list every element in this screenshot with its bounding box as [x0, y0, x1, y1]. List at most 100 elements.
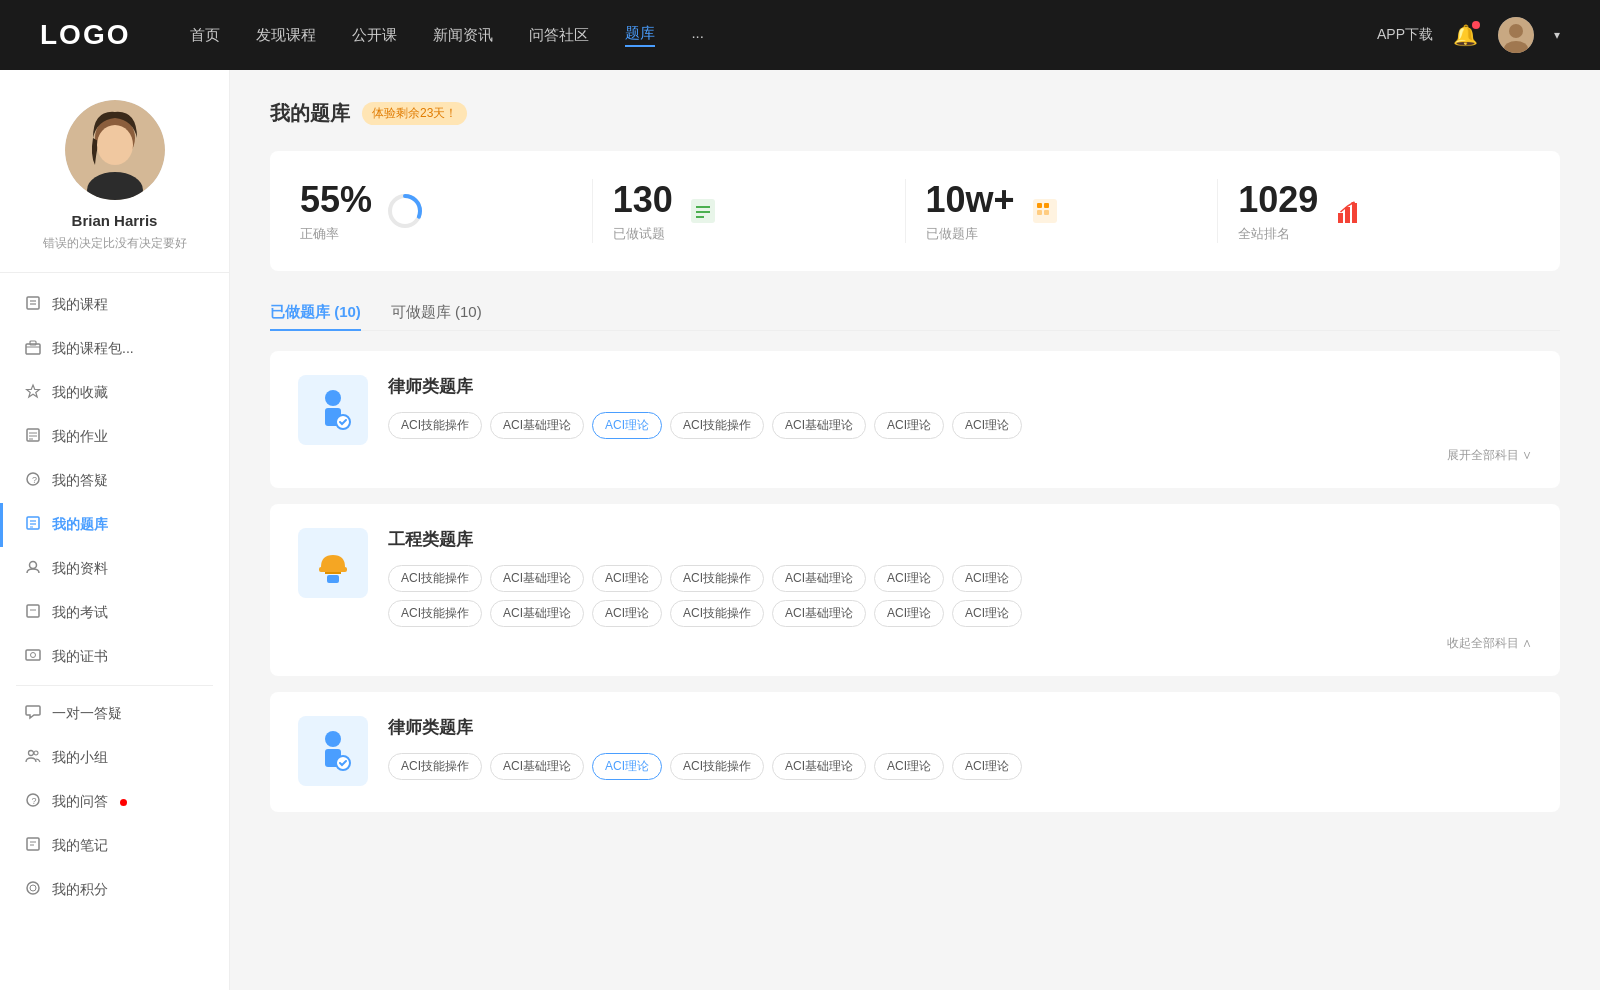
- tag-2b-6[interactable]: ACI理论: [952, 600, 1022, 627]
- user-avatar: [65, 100, 165, 200]
- user-dropdown-arrow[interactable]: ▾: [1554, 28, 1560, 42]
- qbank-card-lawyer-2: 律师类题库 ACI技能操作 ACI基础理论 ACI理论 ACI技能操作 ACI基…: [270, 692, 1560, 812]
- svg-point-36: [27, 882, 39, 894]
- sidebar-item-my-notes[interactable]: 我的笔记: [0, 824, 229, 868]
- user-avatar-nav[interactable]: [1498, 17, 1534, 53]
- tag-2-1[interactable]: ACI基础理论: [490, 565, 584, 592]
- tag-1-4[interactable]: ACI基础理论: [772, 412, 866, 439]
- accuracy-chart: [386, 192, 424, 230]
- tabs-container: 已做题库 (10) 可做题库 (10): [270, 295, 1560, 331]
- nav-discover[interactable]: 发现课程: [256, 26, 316, 45]
- sidebar-label-my-notes: 我的笔记: [52, 837, 108, 855]
- notification-bell[interactable]: 🔔: [1453, 23, 1478, 47]
- nav-more[interactable]: ···: [691, 27, 704, 44]
- svg-rect-49: [1338, 213, 1343, 223]
- tag-2b-3[interactable]: ACI技能操作: [670, 600, 764, 627]
- done-questions-label: 已做试题: [613, 225, 673, 243]
- expand-btn-1[interactable]: 展开全部科目 ∨: [388, 447, 1532, 464]
- tag-3-1[interactable]: ACI基础理论: [490, 753, 584, 780]
- tag-1-2[interactable]: ACI理论: [592, 412, 662, 439]
- tag-2-5[interactable]: ACI理论: [874, 565, 944, 592]
- done-questions-icon: [687, 195, 719, 227]
- sidebar-item-my-qa[interactable]: ? 我的答疑: [0, 459, 229, 503]
- tag-2-6[interactable]: ACI理论: [952, 565, 1022, 592]
- homework-icon: [24, 427, 42, 447]
- rank-label: 全站排名: [1238, 225, 1318, 243]
- qbank-icon-lawyer-2: [298, 716, 368, 786]
- sidebar-menu: 我的课程 我的课程包... 我的收藏 我的作业: [0, 283, 229, 912]
- svg-rect-48: [1044, 210, 1049, 215]
- svg-point-24: [30, 562, 37, 569]
- sidebar-item-my-group[interactable]: 我的小组: [0, 736, 229, 780]
- tag-2b-5[interactable]: ACI理论: [874, 600, 944, 627]
- tag-1-5[interactable]: ACI理论: [874, 412, 944, 439]
- svg-rect-46: [1044, 203, 1049, 208]
- page-header: 我的题库 体验剩余23天！: [270, 100, 1560, 127]
- collapse-btn-2[interactable]: 收起全部科目 ∧: [388, 635, 1532, 652]
- tab-available-banks[interactable]: 可做题库 (10): [391, 295, 482, 330]
- tag-1-0[interactable]: ACI技能操作: [388, 412, 482, 439]
- sidebar-item-my-homework[interactable]: 我的作业: [0, 415, 229, 459]
- qbank-icon: [24, 515, 42, 535]
- qbank-card-lawyer-1: 律师类题库 ACI技能操作 ACI基础理论 ACI理论 ACI技能操作 ACI基…: [270, 351, 1560, 488]
- group-icon: [24, 748, 42, 768]
- tag-1-1[interactable]: ACI基础理论: [490, 412, 584, 439]
- done-banks-value: 10w+: [926, 179, 1015, 221]
- sidebar-item-my-package[interactable]: 我的课程包...: [0, 327, 229, 371]
- sidebar-item-my-questions[interactable]: ? 我的问答: [0, 780, 229, 824]
- tag-2b-4[interactable]: ACI基础理论: [772, 600, 866, 627]
- tag-1-6[interactable]: ACI理论: [952, 412, 1022, 439]
- rank-icon: [1332, 195, 1364, 227]
- nav-open-course[interactable]: 公开课: [352, 26, 397, 45]
- tag-3-0[interactable]: ACI技能操作: [388, 753, 482, 780]
- tags-row-3: ACI技能操作 ACI基础理论 ACI理论 ACI技能操作 ACI基础理论 AC…: [388, 753, 1532, 780]
- qbank-header-2: 工程类题库 ACI技能操作 ACI基础理论 ACI理论 ACI技能操作 ACI基…: [298, 528, 1532, 652]
- sidebar-label-one-on-one: 一对一答疑: [52, 705, 122, 723]
- svg-point-37: [30, 885, 36, 891]
- sidebar-item-my-points[interactable]: 我的积分: [0, 868, 229, 912]
- tag-2-3[interactable]: ACI技能操作: [670, 565, 764, 592]
- sidebar-item-my-cert[interactable]: 我的证书: [0, 635, 229, 679]
- sidebar-item-my-collection[interactable]: 我的收藏: [0, 371, 229, 415]
- tag-2b-2[interactable]: ACI理论: [592, 600, 662, 627]
- tag-2-2[interactable]: ACI理论: [592, 565, 662, 592]
- svg-point-5: [97, 125, 133, 165]
- svg-rect-33: [27, 838, 39, 850]
- tags-row-1: ACI技能操作 ACI基础理论 ACI理论 ACI技能操作 ACI基础理论 AC…: [388, 412, 1532, 439]
- stat-done-banks: 10w+ 已做题库: [906, 179, 1219, 243]
- tag-2b-1[interactable]: ACI基础理论: [490, 600, 584, 627]
- tab-done-banks[interactable]: 已做题库 (10): [270, 295, 361, 330]
- sidebar-item-my-course[interactable]: 我的课程: [0, 283, 229, 327]
- questions-dot: [120, 799, 127, 806]
- cert-icon: [24, 647, 42, 667]
- tag-3-6[interactable]: ACI理论: [952, 753, 1022, 780]
- nav-qa[interactable]: 问答社区: [529, 26, 589, 45]
- stat-done-banks-text: 10w+ 已做题库: [926, 179, 1015, 243]
- sidebar-item-my-qbank[interactable]: 我的题库: [0, 503, 229, 547]
- nav-qbank[interactable]: 题库: [625, 24, 655, 47]
- qbank-card-engineer: 工程类题库 ACI技能操作 ACI基础理论 ACI理论 ACI技能操作 ACI基…: [270, 504, 1560, 676]
- stat-done-questions-text: 130 已做试题: [613, 179, 673, 243]
- svg-rect-47: [1037, 210, 1042, 215]
- sidebar-item-my-exam[interactable]: 我的考试: [0, 591, 229, 635]
- tag-3-5[interactable]: ACI理论: [874, 753, 944, 780]
- sidebar-label-my-points: 我的积分: [52, 881, 108, 899]
- tag-3-3[interactable]: ACI技能操作: [670, 753, 764, 780]
- navbar: LOGO 首页 发现课程 公开课 新闻资讯 问答社区 题库 ··· APP下载 …: [0, 0, 1600, 70]
- exam-icon: [24, 603, 42, 623]
- tag-2b-0[interactable]: ACI技能操作: [388, 600, 482, 627]
- sidebar-item-my-profile[interactable]: 我的资料: [0, 547, 229, 591]
- app-download-button[interactable]: APP下载: [1377, 26, 1433, 44]
- main-content: 我的题库 体验剩余23天！ 55% 正确率 130 已做试题: [230, 70, 1600, 990]
- tag-2-4[interactable]: ACI基础理论: [772, 565, 866, 592]
- qbank-title-1: 律师类题库: [388, 375, 1532, 398]
- tag-2-0[interactable]: ACI技能操作: [388, 565, 482, 592]
- qbank-body-3: 律师类题库 ACI技能操作 ACI基础理论 ACI理论 ACI技能操作 ACI基…: [388, 716, 1532, 788]
- done-banks-icon: [1029, 195, 1061, 227]
- tag-3-2[interactable]: ACI理论: [592, 753, 662, 780]
- tag-3-4[interactable]: ACI基础理论: [772, 753, 866, 780]
- nav-home[interactable]: 首页: [190, 26, 220, 45]
- nav-news[interactable]: 新闻资讯: [433, 26, 493, 45]
- sidebar-item-one-on-one[interactable]: 一对一答疑: [0, 692, 229, 736]
- tag-1-3[interactable]: ACI技能操作: [670, 412, 764, 439]
